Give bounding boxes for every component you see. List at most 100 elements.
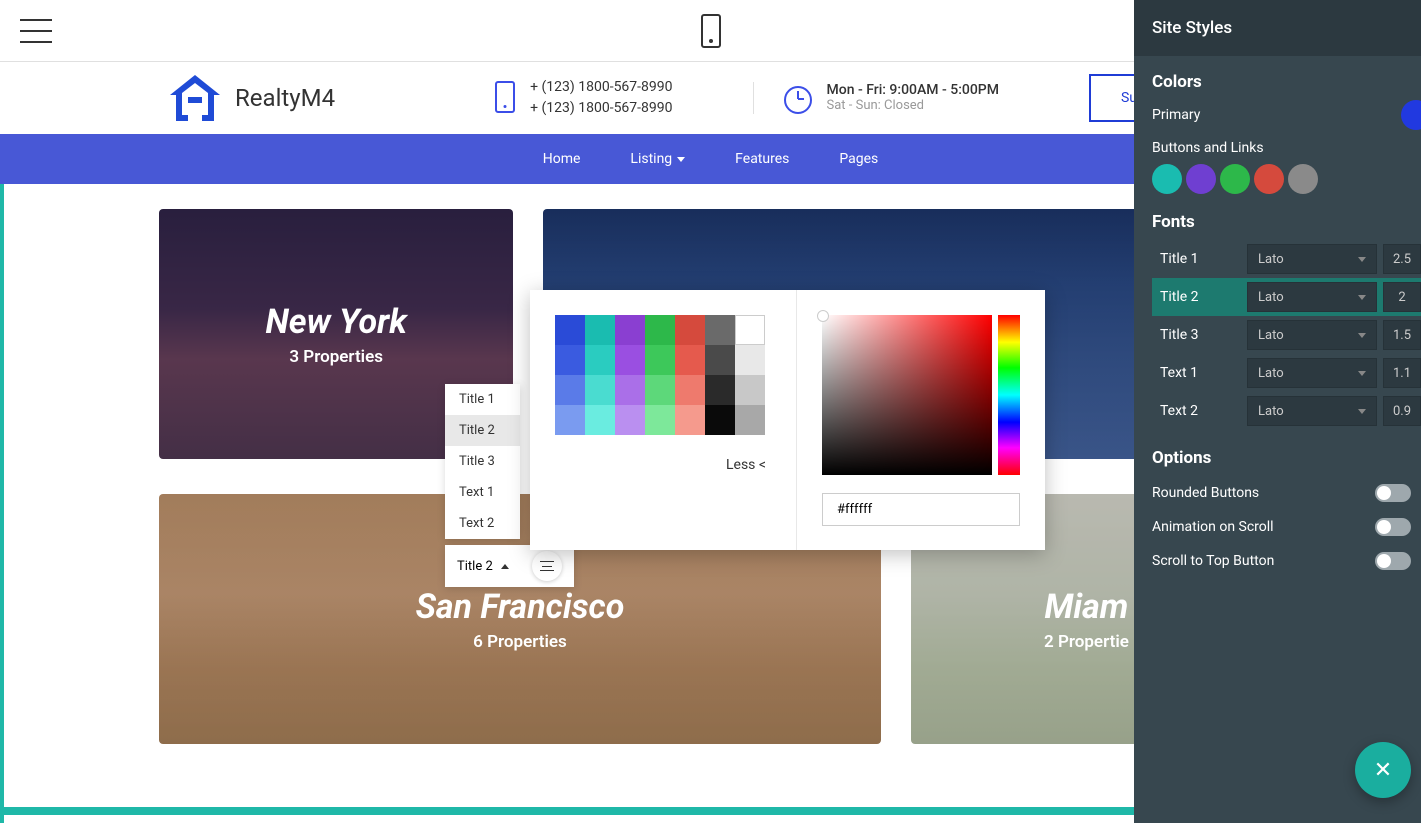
color-swatch[interactable] (735, 405, 765, 435)
fonts-section-title: Fonts (1152, 212, 1421, 232)
card-subtitle: 6 Properties (473, 632, 567, 652)
nav-home[interactable]: Home (543, 151, 581, 167)
site-name[interactable]: RealtyM4 (235, 84, 335, 112)
hours-line-1: Mon - Fri: 9:00AM - 5:00PM (827, 82, 999, 98)
nav-features[interactable]: Features (735, 151, 789, 167)
hue-slider[interactable] (998, 315, 1020, 475)
color-swatch[interactable] (645, 345, 675, 375)
font-family-select[interactable]: Lato (1247, 244, 1377, 274)
chevron-down-icon (1358, 409, 1366, 414)
title-style-menu: Title 1 Title 2 Title 3 Text 1 Text 2 (445, 384, 520, 539)
rounded-buttons-toggle[interactable] (1375, 484, 1411, 502)
color-swatch[interactable] (705, 345, 735, 375)
card-subtitle: 2 Propertie (1044, 632, 1129, 652)
hours-block: Mon - Fri: 9:00AM - 5:00PM Sat - Sun: Cl… (753, 82, 999, 114)
color-picker-popup: Less < (530, 290, 1045, 550)
mobile-preview-icon[interactable] (701, 14, 721, 48)
title-menu-item[interactable]: Title 1 (445, 384, 520, 415)
primary-color-swatch[interactable] (1401, 100, 1421, 130)
button-color-swatch[interactable] (1254, 164, 1284, 194)
color-swatch[interactable] (555, 375, 585, 405)
color-swatch[interactable] (585, 315, 615, 345)
font-row[interactable]: Text 1Lato1.1 (1152, 354, 1421, 392)
color-swatch[interactable] (675, 315, 705, 345)
card-subtitle: 3 Properties (289, 347, 383, 367)
card-title: San Francisco (416, 587, 625, 627)
close-panel-button[interactable]: ✕ (1355, 742, 1411, 798)
chevron-up-icon (501, 564, 509, 569)
font-row[interactable]: Title 1Lato2.5 (1152, 240, 1421, 278)
button-color-swatch[interactable] (1220, 164, 1250, 194)
hamburger-menu-icon[interactable] (20, 19, 52, 43)
color-swatch[interactable] (615, 315, 645, 345)
chevron-down-icon (1358, 371, 1366, 376)
swatch-grid (555, 315, 771, 435)
title-menu-item[interactable]: Title 3 (445, 446, 520, 477)
color-swatch[interactable] (585, 345, 615, 375)
color-swatch[interactable] (585, 375, 615, 405)
picker-handle[interactable] (817, 310, 829, 322)
color-swatch[interactable] (645, 315, 675, 345)
title-selector-label: Title 2 (457, 559, 493, 574)
less-toggle[interactable]: Less < (555, 457, 771, 473)
title-selector-button[interactable]: Title 2 (445, 545, 574, 587)
scroll-top-label: Scroll to Top Button (1152, 553, 1274, 569)
button-color-swatch[interactable] (1186, 164, 1216, 194)
title-menu-item[interactable]: Text 1 (445, 477, 520, 508)
font-size-input[interactable]: 0.9 (1383, 396, 1421, 426)
card-title: Miam (1045, 587, 1129, 627)
chevron-down-icon (1358, 257, 1366, 262)
nav-listing[interactable]: Listing (630, 151, 685, 167)
chevron-down-icon (677, 157, 685, 162)
primary-color-label: Primary (1152, 107, 1200, 123)
color-swatch[interactable] (705, 375, 735, 405)
saturation-value-box[interactable] (822, 315, 992, 475)
font-row[interactable]: Title 2Lato2 (1152, 278, 1421, 316)
animation-scroll-toggle[interactable] (1375, 518, 1411, 536)
color-swatch[interactable] (735, 375, 765, 405)
color-swatch[interactable] (675, 405, 705, 435)
color-swatch[interactable] (705, 405, 735, 435)
scroll-top-toggle[interactable] (1375, 552, 1411, 570)
phone-line-2: + (123) 1800-567-8990 (530, 98, 672, 119)
color-swatch[interactable] (615, 345, 645, 375)
panel-title: Site Styles (1134, 0, 1421, 56)
phone-icon (495, 81, 515, 113)
font-row[interactable]: Title 3Lato1.5 (1152, 316, 1421, 354)
title-menu-item[interactable]: Text 2 (445, 508, 520, 539)
color-swatch[interactable] (585, 405, 615, 435)
color-swatch[interactable] (735, 315, 765, 345)
font-family-select[interactable]: Lato (1247, 282, 1377, 312)
buttons-links-label: Buttons and Links (1152, 140, 1421, 156)
title-menu-item[interactable]: Title 2 (445, 415, 520, 446)
font-family-select[interactable]: Lato (1247, 320, 1377, 350)
color-swatch[interactable] (555, 405, 585, 435)
align-button[interactable] (532, 551, 562, 581)
font-row-label: Title 1 (1160, 251, 1247, 267)
align-center-icon (540, 561, 554, 571)
font-size-input[interactable]: 2 (1383, 282, 1421, 312)
close-icon: ✕ (1374, 758, 1392, 783)
font-family-select[interactable]: Lato (1247, 396, 1377, 426)
color-swatch[interactable] (645, 375, 675, 405)
color-swatch[interactable] (675, 345, 705, 375)
color-swatch[interactable] (735, 345, 765, 375)
color-swatch[interactable] (705, 315, 735, 345)
color-swatch[interactable] (555, 345, 585, 375)
color-swatch[interactable] (555, 315, 585, 345)
nav-pages[interactable]: Pages (839, 151, 878, 167)
chevron-down-icon (1358, 333, 1366, 338)
button-color-swatch[interactable] (1288, 164, 1318, 194)
hex-input[interactable] (822, 493, 1020, 526)
colors-section-title: Colors (1152, 72, 1421, 92)
color-swatch[interactable] (645, 405, 675, 435)
font-family-select[interactable]: Lato (1247, 358, 1377, 388)
color-swatch[interactable] (615, 405, 645, 435)
font-size-input[interactable]: 1.1 (1383, 358, 1421, 388)
font-size-input[interactable]: 1.5 (1383, 320, 1421, 350)
font-size-input[interactable]: 2.5 (1383, 244, 1421, 274)
color-swatch[interactable] (615, 375, 645, 405)
font-row[interactable]: Text 2Lato0.9 (1152, 392, 1421, 430)
color-swatch[interactable] (675, 375, 705, 405)
button-color-swatch[interactable] (1152, 164, 1182, 194)
